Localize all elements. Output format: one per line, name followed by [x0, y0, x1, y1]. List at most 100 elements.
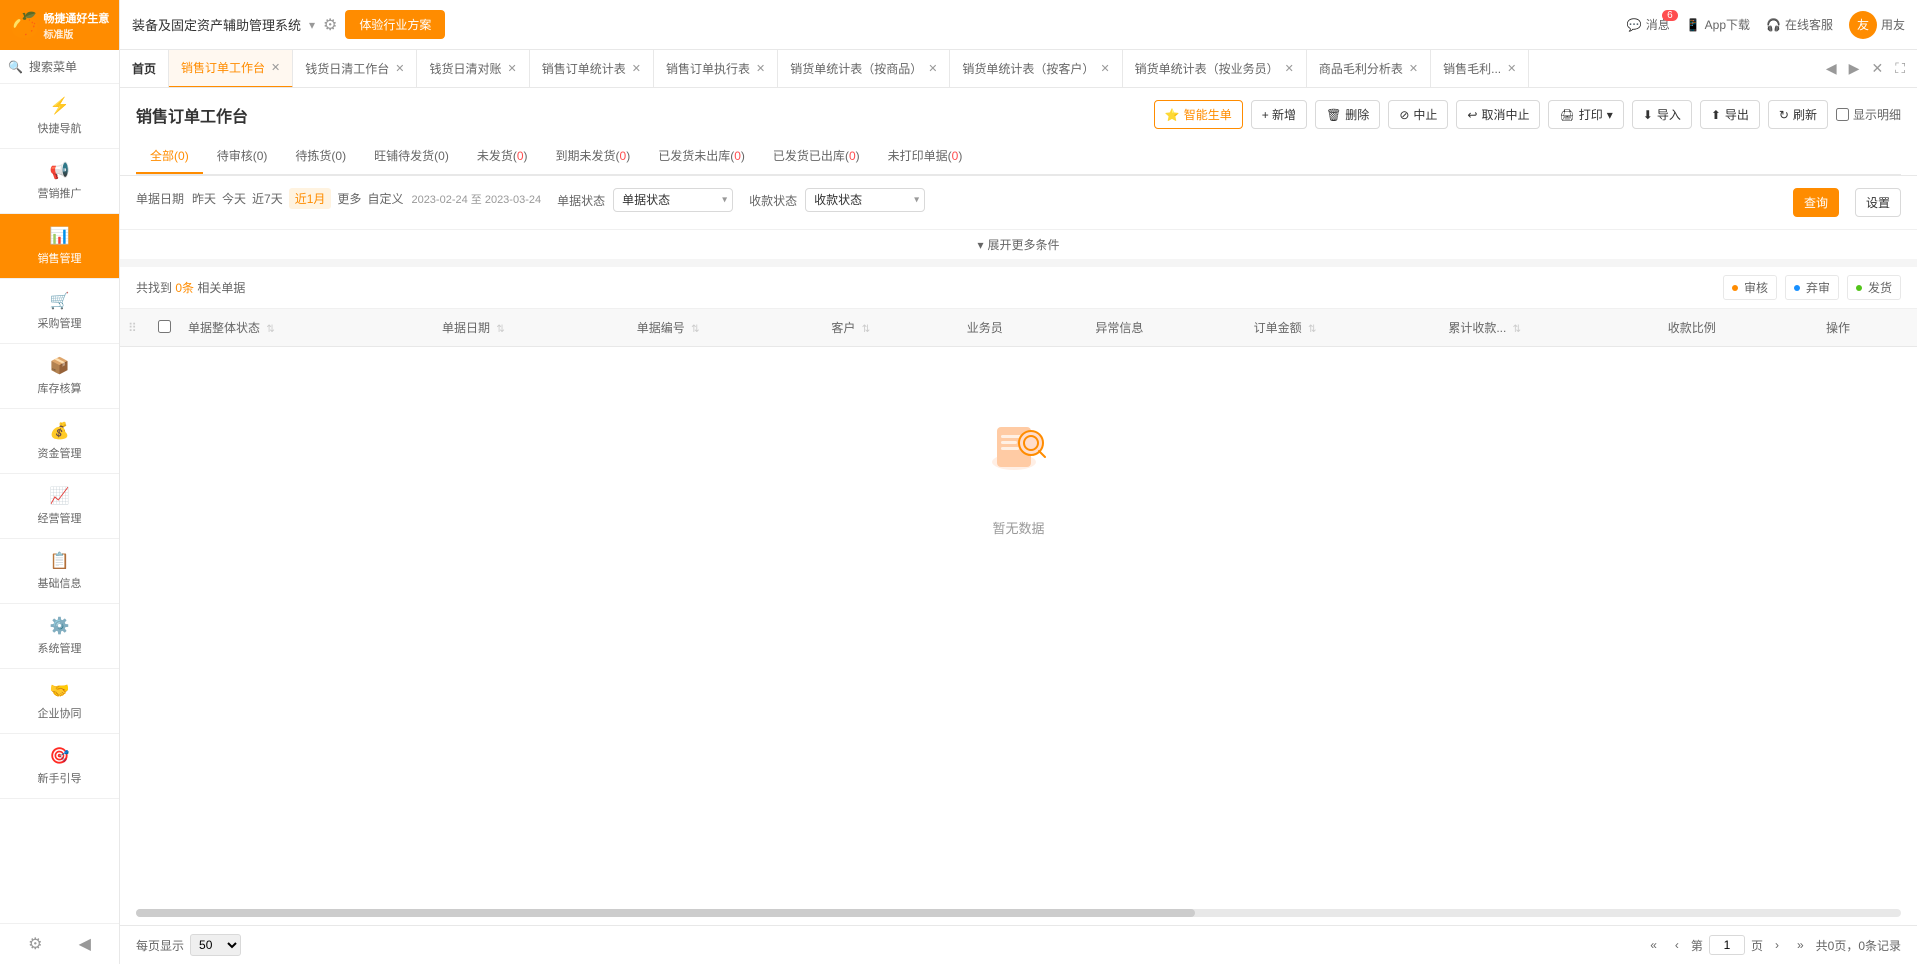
tab-sales-order-exec[interactable]: 销售订单执行表 ✕	[654, 50, 778, 88]
payment-filter-group: 收款状态 收款状态	[749, 188, 925, 212]
tab-close-staff[interactable]: ✕	[1285, 62, 1294, 75]
review-dot	[1732, 285, 1738, 291]
sidebar-item-purchase[interactable]: 🛒 采购管理	[0, 279, 119, 344]
sort-no-icon[interactable]: ⇅	[691, 324, 699, 335]
page-size-select[interactable]: 50 20 100	[190, 934, 241, 956]
page-number-input[interactable]	[1709, 935, 1745, 955]
sub-tab-all[interactable]: 全部(0)	[136, 139, 203, 174]
cancel-stop-btn[interactable]: ↩ 取消中止	[1456, 100, 1540, 129]
date-option-yesterday[interactable]: 昨天	[192, 190, 216, 207]
select-all-checkbox[interactable]	[158, 320, 171, 333]
export-btn[interactable]: ⬆ 导出	[1700, 100, 1760, 129]
sub-tab-pending-inspect[interactable]: 待拣货(0)	[281, 139, 360, 174]
sidebar-item-system[interactable]: ⚙️ 系统管理	[0, 604, 119, 669]
sub-tab-overdue[interactable]: 到期未发货(0)	[542, 139, 645, 174]
collapse-icon[interactable]: ◀	[79, 934, 91, 954]
tab-close-cash-daily[interactable]: ✕	[395, 62, 404, 75]
tab-prev-btn[interactable]: ◀	[1822, 58, 1841, 79]
expand-conditions-btn[interactable]: ▾ 展开更多条件	[977, 236, 1059, 253]
last-page-btn[interactable]: »	[1791, 936, 1810, 954]
date-option-1month[interactable]: 近1月	[289, 188, 332, 209]
show-detail-checkbox[interactable]	[1836, 108, 1849, 121]
tab-sales-stats-product[interactable]: 销货单统计表（按商品） ✕	[778, 50, 950, 88]
status-select[interactable]: 单据状态	[613, 188, 733, 212]
h-scrollbar[interactable]	[136, 909, 1901, 917]
sort-status-icon[interactable]: ⇅	[266, 324, 274, 335]
sidebar-item-quick-nav[interactable]: ⚡ 快捷导航	[0, 84, 119, 149]
content-header: 销售订单工作台 ⭐ 智能生单 + 新增 🗑 删除 ⊘ 中止	[120, 88, 1917, 176]
tab-sales-stats-staff[interactable]: 销货单统计表（按业务员） ✕	[1123, 50, 1307, 88]
sub-tab-shipped-not-out[interactable]: 已发货未出库(0)	[644, 139, 759, 174]
add-btn[interactable]: + 新增	[1251, 100, 1307, 129]
tab-close-exec[interactable]: ✕	[756, 62, 765, 75]
sidebar-item-sales[interactable]: 📊 销售管理	[0, 214, 119, 279]
date-option-custom[interactable]: 自定义	[367, 190, 403, 207]
sub-tab-pending-review[interactable]: 待审核(0)	[203, 139, 282, 174]
sidebar-item-inventory[interactable]: 📦 库存核算	[0, 344, 119, 409]
tab-close-margin[interactable]: ✕	[1409, 62, 1418, 75]
tab-sales-order-workbench[interactable]: 销售订单工作台 ✕	[169, 50, 293, 88]
tab-close-sales-order[interactable]: ✕	[271, 61, 280, 74]
first-page-btn[interactable]: «	[1644, 936, 1663, 954]
tab-close-customer[interactable]: ✕	[1100, 62, 1109, 75]
print-btn[interactable]: 🖨 打印 ▾	[1548, 100, 1623, 129]
delete-btn[interactable]: 🗑 删除	[1315, 100, 1380, 129]
ship-action-btn[interactable]: 发货	[1847, 275, 1901, 300]
prev-page-btn[interactable]: ‹	[1669, 936, 1685, 954]
sub-tab-not-printed[interactable]: 未打印单据(0)	[874, 139, 977, 174]
sidebar-item-search[interactable]: 🔍 搜索菜单	[0, 50, 119, 84]
next-page-btn[interactable]: ›	[1769, 936, 1785, 954]
tab-close-product[interactable]: ✕	[928, 62, 937, 75]
refresh-btn[interactable]: ↻ 刷新	[1768, 100, 1828, 129]
sort-date-icon[interactable]: ⇅	[496, 324, 504, 335]
tab-sales-more[interactable]: 销售毛利... ✕	[1431, 50, 1529, 88]
tab-close-cash-reconcile[interactable]: ✕	[508, 62, 517, 75]
sub-tab-not-shipped[interactable]: 未发货(0)	[463, 139, 542, 174]
user-menu[interactable]: 友 用友	[1849, 11, 1905, 39]
review-action-btn[interactable]: 审核	[1723, 275, 1777, 300]
tab-sales-order-stats[interactable]: 销售订单统计表 ✕	[530, 50, 654, 88]
payment-select[interactable]: 收款状态	[805, 188, 925, 212]
tab-home[interactable]: 首页	[120, 50, 169, 88]
sidebar-item-label: 经营管理	[38, 510, 82, 526]
topbar-settings-icon[interactable]: ⚙	[323, 15, 337, 35]
sort-amount-icon[interactable]: ⇅	[1308, 324, 1316, 335]
tab-product-margin[interactable]: 商品毛利分析表 ✕	[1307, 50, 1431, 88]
th-checkbox[interactable]	[150, 309, 180, 347]
sidebar: 🍊 畅捷通好生意 标准版 🔍 搜索菜单 ⚡ 快捷导航 📢 营销推广 📊 销售管理…	[0, 0, 120, 964]
sort-customer-icon[interactable]: ⇅	[862, 324, 870, 335]
tab-close-all-btn[interactable]: ✕	[1867, 58, 1887, 79]
sidebar-item-guide[interactable]: 🎯 新手引导	[0, 734, 119, 799]
date-option-more[interactable]: 更多	[337, 190, 361, 207]
sidebar-item-basic[interactable]: 📋 基础信息	[0, 539, 119, 604]
show-detail-toggle[interactable]: 显示明细	[1836, 106, 1901, 123]
unreviewed-action-btn[interactable]: 弃审	[1785, 275, 1839, 300]
sub-tab-wangpu[interactable]: 旺铺待发货(0)	[360, 139, 463, 174]
trial-btn[interactable]: 体验行业方案	[345, 10, 445, 39]
ai-btn[interactable]: ⭐ 智能生单	[1154, 100, 1243, 129]
h-scrollbar-thumb[interactable]	[136, 909, 1195, 917]
import-btn[interactable]: ⬇ 导入	[1632, 100, 1692, 129]
message-btn[interactable]: 💬 消息 6	[1627, 16, 1670, 33]
tab-close-sales-stats[interactable]: ✕	[632, 62, 641, 75]
sidebar-item-enterprise[interactable]: 🤝 企业协同	[0, 669, 119, 734]
tab-expand-btn[interactable]: ⛶	[1891, 58, 1909, 79]
tab-close-more[interactable]: ✕	[1507, 62, 1516, 75]
date-option-7days[interactable]: 近7天	[252, 190, 283, 207]
tab-cash-daily[interactable]: 钱货日清工作台 ✕	[293, 50, 417, 88]
sidebar-item-marketing[interactable]: 📢 营销推广	[0, 149, 119, 214]
search-btn[interactable]: 查询	[1793, 188, 1839, 217]
date-option-today[interactable]: 今天	[222, 190, 246, 207]
tab-next-btn[interactable]: ▶	[1845, 58, 1864, 79]
app-download-btn[interactable]: 📱 App下载	[1686, 16, 1750, 33]
tab-sales-stats-customer[interactable]: 销货单统计表（按客户） ✕	[950, 50, 1122, 88]
stop-btn[interactable]: ⊘ 中止	[1388, 100, 1448, 129]
tab-cash-reconcile[interactable]: 钱货日清对账 ✕	[417, 50, 529, 88]
sub-tab-shipped-out[interactable]: 已发货已出库(0)	[759, 139, 874, 174]
setting-btn[interactable]: 设置	[1855, 188, 1901, 217]
sidebar-item-finance[interactable]: 💰 资金管理	[0, 409, 119, 474]
settings-icon[interactable]: ⚙	[28, 934, 42, 954]
sidebar-item-operations[interactable]: 📈 经营管理	[0, 474, 119, 539]
online-service-btn[interactable]: 🎧 在线客服	[1766, 16, 1833, 33]
sort-collected-icon[interactable]: ⇅	[1513, 324, 1521, 335]
